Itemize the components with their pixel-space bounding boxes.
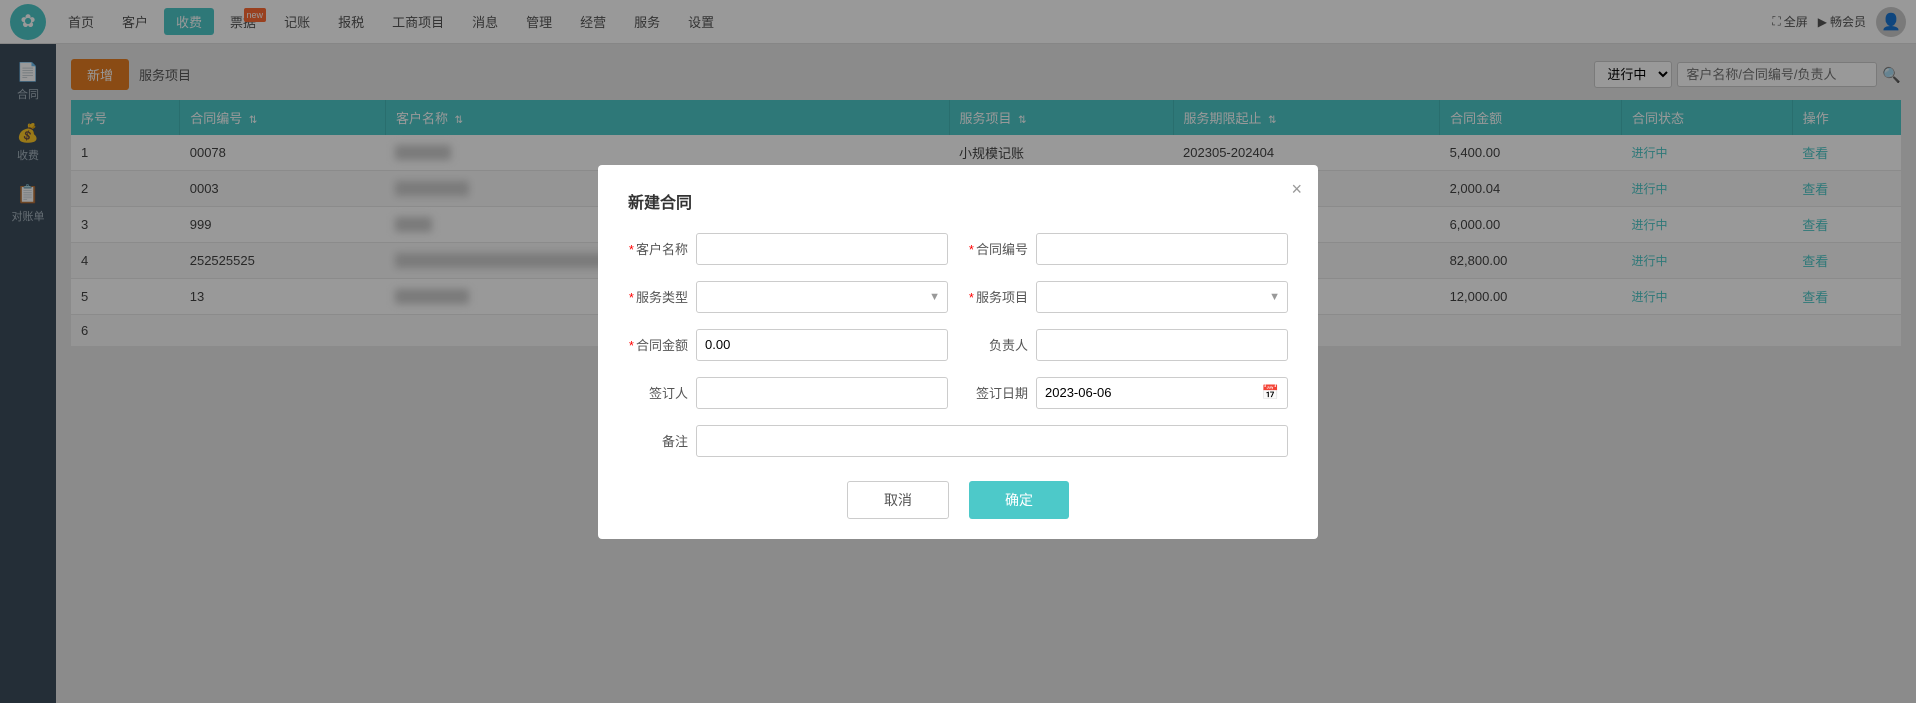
calendar-icon[interactable]: 📅 bbox=[1262, 384, 1279, 401]
field-signer: 签订人 bbox=[628, 377, 948, 409]
service-item-select[interactable] bbox=[1036, 281, 1288, 313]
signer-input[interactable] bbox=[696, 377, 948, 409]
contract-amount-label: *合同金额 bbox=[628, 335, 688, 354]
field-responsible: 负责人 bbox=[968, 329, 1288, 361]
service-item-select-wrapper: ▼ bbox=[1036, 281, 1288, 313]
service-item-label: *服务项目 bbox=[968, 287, 1028, 306]
signer-label: 签订人 bbox=[628, 383, 688, 402]
cancel-button[interactable]: 取消 bbox=[847, 481, 949, 519]
dialog-footer: 取消 确定 bbox=[628, 481, 1288, 519]
dialog-overlay: × 新建合同 *客户名称 *合同编号 *服务类型 bbox=[0, 0, 1916, 703]
field-remark: 备注 bbox=[628, 425, 1288, 457]
responsible-label: 负责人 bbox=[968, 335, 1028, 354]
required-star5: * bbox=[629, 338, 634, 353]
dialog-title: 新建合同 bbox=[628, 189, 1288, 213]
sign-date-input[interactable] bbox=[1045, 385, 1262, 400]
required-star4: * bbox=[969, 290, 974, 305]
form-row-1: *客户名称 *合同编号 bbox=[628, 233, 1288, 265]
contract-no-input[interactable] bbox=[1036, 233, 1288, 265]
required-star2: * bbox=[969, 242, 974, 257]
field-contract-amount: *合同金额 bbox=[628, 329, 948, 361]
client-name-input[interactable] bbox=[696, 233, 948, 265]
contract-amount-input[interactable] bbox=[696, 329, 948, 361]
sign-date-wrapper: 📅 bbox=[1036, 377, 1288, 409]
form-row-3: *合同金额 负责人 bbox=[628, 329, 1288, 361]
remark-label: 备注 bbox=[628, 431, 688, 450]
contract-no-label: *合同编号 bbox=[968, 239, 1028, 258]
field-contract-no: *合同编号 bbox=[968, 233, 1288, 265]
field-service-type: *服务类型 ▼ bbox=[628, 281, 948, 313]
field-sign-date: 签订日期 📅 bbox=[968, 377, 1288, 409]
service-type-label: *服务类型 bbox=[628, 287, 688, 306]
form-row-4: 签订人 签订日期 📅 bbox=[628, 377, 1288, 409]
form-row-5: 备注 bbox=[628, 425, 1288, 457]
new-contract-dialog: × 新建合同 *客户名称 *合同编号 *服务类型 bbox=[598, 165, 1318, 539]
form-row-2: *服务类型 ▼ *服务项目 ▼ bbox=[628, 281, 1288, 313]
field-service-item: *服务项目 ▼ bbox=[968, 281, 1288, 313]
required-star3: * bbox=[629, 290, 634, 305]
service-type-select[interactable] bbox=[696, 281, 948, 313]
sign-date-label: 签订日期 bbox=[968, 383, 1028, 402]
field-client-name: *客户名称 bbox=[628, 233, 948, 265]
confirm-button[interactable]: 确定 bbox=[969, 481, 1069, 519]
required-star: * bbox=[629, 242, 634, 257]
dialog-close-button[interactable]: × bbox=[1291, 179, 1302, 200]
remark-input[interactable] bbox=[696, 425, 1288, 457]
responsible-input[interactable] bbox=[1036, 329, 1288, 361]
service-type-select-wrapper: ▼ bbox=[696, 281, 948, 313]
client-name-label: *客户名称 bbox=[628, 239, 688, 258]
